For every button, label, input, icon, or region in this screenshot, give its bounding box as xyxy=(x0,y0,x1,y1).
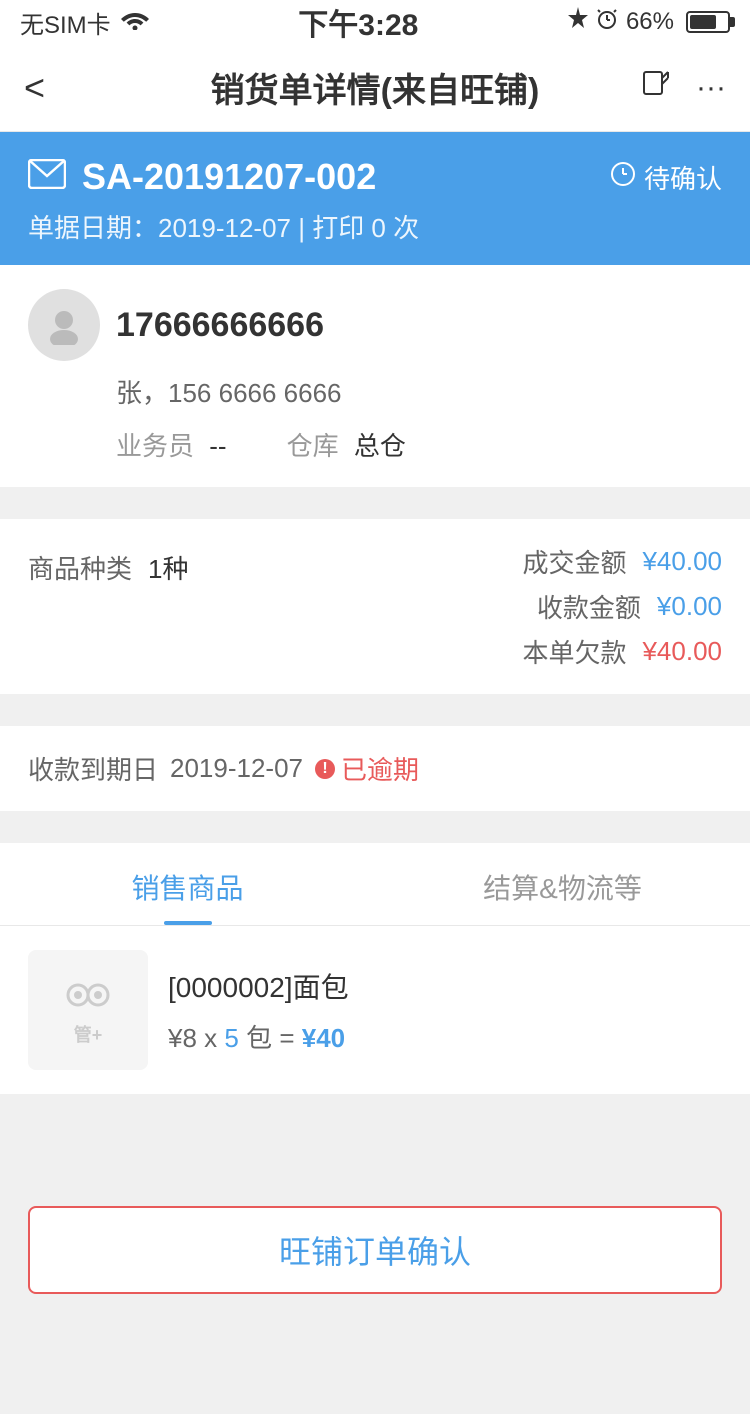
battery-percentage: 66% xyxy=(626,8,674,36)
envelope-icon xyxy=(28,156,66,198)
carrier-text: 无SIM卡 xyxy=(20,5,111,40)
tab-sales-products[interactable]: 销售商品 xyxy=(0,843,375,925)
product-thumbnail: 管+ xyxy=(28,950,148,1070)
location-icon xyxy=(568,7,588,38)
sales-rep-field: 业务员 -- xyxy=(116,426,227,463)
overdue-exclamation: ! xyxy=(315,759,335,779)
sales-rep-label: 业务员 xyxy=(116,431,194,461)
summary-card: 商品种类 1种 成交金额 ¥40.00 收款金额 ¥0.00 本单欠款 ¥40.… xyxy=(0,519,750,694)
transaction-amount-row: 成交金额 ¥40.00 xyxy=(522,543,722,580)
tab-sales-products-label: 销售商品 xyxy=(131,873,243,904)
tab-settlement-label: 结算&物流等 xyxy=(483,873,642,904)
product-types-value: 1种 xyxy=(148,549,188,586)
battery-icon xyxy=(686,11,730,33)
transaction-amount-value: ¥40.00 xyxy=(642,546,722,577)
received-amount-label: 收款金额 xyxy=(537,588,641,625)
product-price: ¥8 x 5 包 = ¥40 xyxy=(168,1018,722,1055)
order-status: 待确认 xyxy=(610,159,722,196)
product-list: 管+ [0000002]面包 ¥8 x 5 包 = ¥40 xyxy=(0,926,750,1094)
bottom-bar: 旺铺订单确认 xyxy=(0,1186,750,1334)
overdue-badge: ! 已逾期 xyxy=(315,750,419,787)
unit-price: ¥8 xyxy=(168,1023,197,1053)
warehouse-value: 总仓 xyxy=(354,431,406,461)
divider-1 xyxy=(0,503,750,519)
product-name: [0000002]面包 xyxy=(168,966,722,1006)
product-item: 管+ [0000002]面包 ¥8 x 5 包 = ¥40 xyxy=(28,950,722,1070)
unit: 包 xyxy=(246,1023,272,1053)
received-amount-value: ¥0.00 xyxy=(657,591,722,622)
product-types-label: 商品种类 xyxy=(28,549,132,586)
due-date-label: 收款到期日 xyxy=(28,750,158,787)
nav-bar: < 销货单详情(来自旺铺) ··· xyxy=(0,44,750,132)
order-date: 单据日期：2019-12-07 | 打印 0 次 xyxy=(28,208,722,245)
confirm-order-button[interactable]: 旺铺订单确认 xyxy=(28,1206,722,1294)
clock-icon xyxy=(610,161,636,194)
avatar xyxy=(28,289,100,361)
share-button[interactable] xyxy=(640,68,672,108)
sales-rep-value: -- xyxy=(209,431,226,461)
order-id: SA-20191207-002 xyxy=(28,156,376,198)
status-left: 无SIM卡 xyxy=(20,5,149,40)
time-display: 下午3:28 xyxy=(298,0,418,44)
owed-amount-row: 本单欠款 ¥40.00 xyxy=(522,633,722,670)
status-bar: 无SIM卡 下午3:28 66% xyxy=(0,0,750,44)
order-header: SA-20191207-002 待确认 单据日期：2019-12-07 | 打印… xyxy=(0,132,750,265)
product-info: [0000002]面包 ¥8 x 5 包 = ¥40 xyxy=(168,966,722,1055)
divider-2 xyxy=(0,710,750,726)
owed-amount-value: ¥40.00 xyxy=(642,636,722,667)
divider-3 xyxy=(0,827,750,843)
summary-right: 成交金额 ¥40.00 收款金额 ¥0.00 本单欠款 ¥40.00 xyxy=(522,543,722,670)
warehouse-label: 仓库 xyxy=(287,431,339,461)
summary-left: 商品种类 1种 xyxy=(28,543,522,586)
product-total: ¥40 xyxy=(302,1023,345,1053)
status-right: 66% xyxy=(568,7,730,38)
due-date-value: 2019-12-07 xyxy=(170,753,303,784)
alarm-icon xyxy=(596,8,618,37)
received-amount-row: 收款金额 ¥0.00 xyxy=(537,588,722,625)
due-date-card: 收款到期日 2019-12-07 ! 已逾期 xyxy=(0,726,750,811)
transaction-amount-label: 成交金额 xyxy=(522,543,626,580)
overdue-text: 已逾期 xyxy=(341,750,419,787)
tabs-bar: 销售商品 结算&物流等 xyxy=(0,843,750,926)
warehouse-field: 仓库 总仓 xyxy=(287,426,406,463)
nav-actions: ··· xyxy=(640,68,726,108)
owed-amount-label: 本单欠款 xyxy=(522,633,626,670)
customer-phone: 17666666666 xyxy=(116,306,324,345)
wifi-icon xyxy=(121,8,149,37)
customer-row: 17666666666 xyxy=(28,289,722,361)
page-title: 销货单详情(来自旺铺) xyxy=(211,63,540,112)
more-button[interactable]: ··· xyxy=(696,71,726,105)
customer-name: 张，156 6666 6666 xyxy=(116,373,722,410)
tab-settlement[interactable]: 结算&物流等 xyxy=(375,843,750,925)
customer-card: 17666666666 张，156 6666 6666 业务员 -- 仓库 总仓 xyxy=(0,265,750,487)
order-id-row: SA-20191207-002 待确认 xyxy=(28,156,722,198)
back-button[interactable]: < xyxy=(14,57,55,119)
customer-meta: 业务员 -- 仓库 总仓 xyxy=(116,426,722,463)
quantity: 5 xyxy=(224,1023,238,1053)
